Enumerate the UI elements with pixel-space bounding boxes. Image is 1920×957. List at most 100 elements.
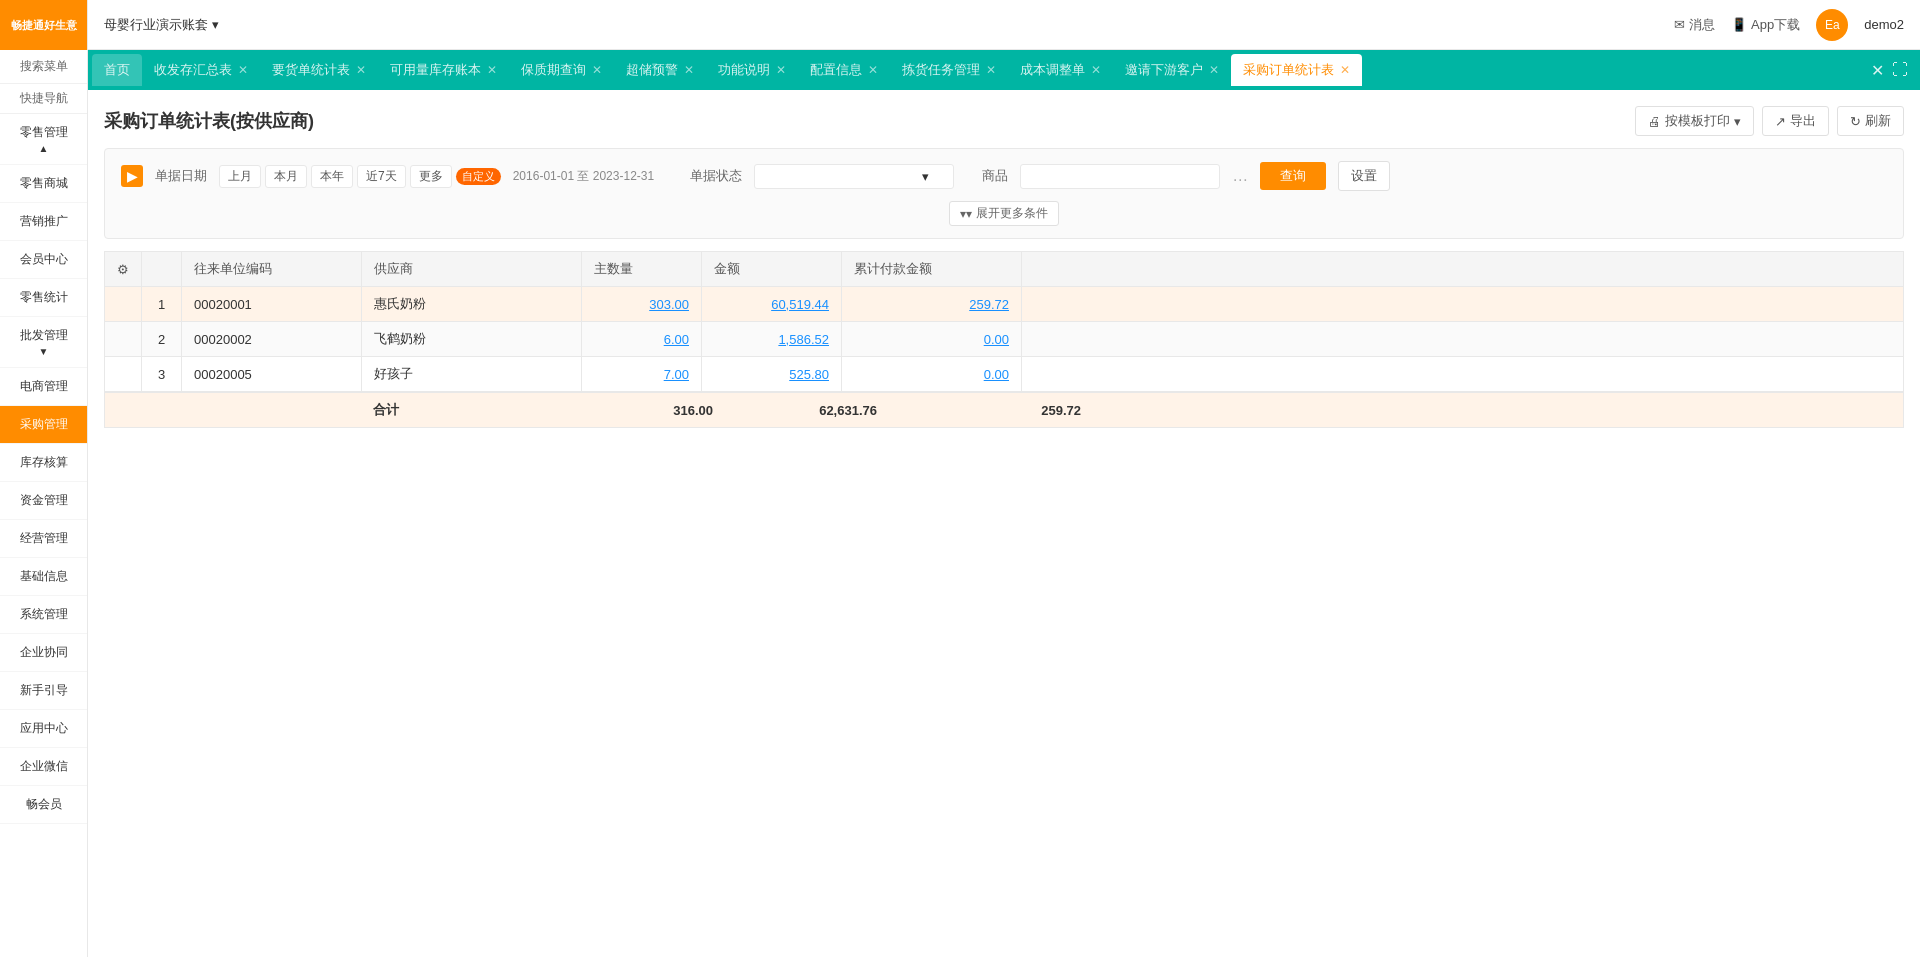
sidebar-item-members[interactable]: 会员中心 [0, 241, 87, 279]
sidebar-item-finance[interactable]: 资金管理 [0, 482, 87, 520]
sidebar-item-marketing[interactable]: 营销推广 [0, 203, 87, 241]
expand-more-row: ▾▾ 展开更多条件 [121, 201, 1887, 226]
download-icon: 📱 [1731, 17, 1747, 32]
table-footer: 合计 316.00 62,631.76 259.72 [104, 392, 1904, 428]
tab-overstock[interactable]: 超储预警 ✕ [614, 54, 706, 86]
sidebar-quicknav[interactable]: 快捷导航 [0, 84, 87, 114]
row-3-amount[interactable]: 525.80 [702, 357, 842, 392]
ecommerce-label: 电商管理 [20, 378, 68, 395]
message-label: 消息 [1689, 16, 1715, 34]
goods-more-icon[interactable]: … [1232, 167, 1248, 185]
tab-cost-adjust[interactable]: 成本调整单 ✕ [1008, 54, 1113, 86]
sidebar-item-system[interactable]: 系统管理 [0, 596, 87, 634]
tab-purchase-stats-close[interactable]: ✕ [1340, 63, 1350, 77]
expand-label: 展开更多条件 [976, 205, 1048, 222]
status-label: 单据状态 [690, 167, 742, 185]
sidebar: 畅捷通好生意 搜索菜单 快捷导航 零售管理 ▲ 零售商城 营销推广 会员中心 零… [0, 0, 88, 957]
sidebar-item-operations[interactable]: 经营管理 [0, 520, 87, 558]
wholesale-mgmt-label: 批发管理 [20, 327, 68, 344]
filter-expand-arrow[interactable]: ▶ [121, 165, 143, 187]
table-row: 2 00020002 飞鹤奶粉 6.00 1,586.52 0.00 [105, 322, 1904, 357]
sidebar-item-collab[interactable]: 企业协同 [0, 634, 87, 672]
date-btn-this-year[interactable]: 本年 [311, 165, 353, 188]
tab-expiry-label: 保质期查询 [521, 61, 586, 79]
tab-purchase-stats[interactable]: 采购订单统计表 ✕ [1231, 54, 1362, 86]
sidebar-item-newbie[interactable]: 新手引导 [0, 672, 87, 710]
tab-expiry[interactable]: 保质期查询 ✕ [509, 54, 614, 86]
sidebar-item-wholesale-mgmt[interactable]: 批发管理 ▼ [0, 317, 87, 368]
sidebar-item-retail-stats[interactable]: 零售统计 [0, 279, 87, 317]
row-2-code: 00020002 [182, 322, 362, 357]
tab-close-all-btn[interactable]: ✕ [1871, 61, 1884, 80]
row-1-amount[interactable]: 60,519.44 [702, 287, 842, 322]
tab-invite-downstream-close[interactable]: ✕ [1209, 63, 1219, 77]
sidebar-item-inventory[interactable]: 库存核算 [0, 444, 87, 482]
row-2-amount[interactable]: 1,586.52 [702, 322, 842, 357]
print-button[interactable]: 🖨 按模板打印 ▾ [1635, 106, 1754, 136]
sidebar-item-retail-shop[interactable]: 零售商城 [0, 165, 87, 203]
query-button[interactable]: 查询 [1260, 162, 1326, 190]
page-header: 采购订单统计表(按供应商) 🖨 按模板打印 ▾ ↗ 导出 ↻ 刷新 [104, 106, 1904, 136]
basic-info-label: 基础信息 [20, 568, 68, 585]
inventory-label: 库存核算 [20, 454, 68, 471]
sidebar-item-wechat[interactable]: 企业微信 [0, 748, 87, 786]
sidebar-item-app-center[interactable]: 应用中心 [0, 710, 87, 748]
tab-invite-downstream[interactable]: 邀请下游客户 ✕ [1113, 54, 1231, 86]
row-3-qty[interactable]: 7.00 [582, 357, 702, 392]
sidebar-search[interactable]: 搜索菜单 [0, 50, 87, 84]
date-to: 2023-12-31 [593, 169, 654, 183]
print-icon: 🖨 [1648, 114, 1661, 129]
export-button[interactable]: ↗ 导出 [1762, 106, 1829, 136]
tab-pick-task-close[interactable]: ✕ [986, 63, 996, 77]
col-settings-header[interactable]: ⚙ [105, 252, 142, 287]
row-1-paid[interactable]: 259.72 [842, 287, 1022, 322]
workspace-selector[interactable]: 母婴行业演示账套 ▾ [104, 16, 1674, 34]
app-download-btn[interactable]: 📱 App下载 [1731, 16, 1800, 34]
tab-home[interactable]: 首页 [92, 54, 142, 86]
tab-cost-adjust-close[interactable]: ✕ [1091, 63, 1101, 77]
avatar[interactable]: Ea [1816, 9, 1848, 41]
tab-expiry-close[interactable]: ✕ [592, 63, 602, 77]
tab-config-info[interactable]: 配置信息 ✕ [798, 54, 890, 86]
sidebar-item-retail-mgmt[interactable]: 零售管理 ▲ [0, 114, 87, 165]
tab-order-stats-close[interactable]: ✕ [356, 63, 366, 77]
goods-input[interactable] [1020, 164, 1220, 189]
status-select[interactable]: ▾ [754, 164, 954, 189]
workspace-name: 母婴行业演示账套 [104, 16, 208, 34]
tab-func-desc-close[interactable]: ✕ [776, 63, 786, 77]
tab-maximize-btn[interactable]: ⛶ [1892, 61, 1908, 79]
refresh-button[interactable]: ↻ 刷新 [1837, 106, 1904, 136]
row-1-qty[interactable]: 303.00 [582, 287, 702, 322]
tab-config-info-close[interactable]: ✕ [868, 63, 878, 77]
custom-badge[interactable]: 自定义 [456, 168, 501, 185]
tab-receive-pay-close[interactable]: ✕ [238, 63, 248, 77]
message-btn[interactable]: ✉ 消息 [1674, 16, 1715, 34]
tab-order-stats[interactable]: 要货单统计表 ✕ [260, 54, 378, 86]
tab-pick-task[interactable]: 拣货任务管理 ✕ [890, 54, 1008, 86]
tab-available-stock-close[interactable]: ✕ [487, 63, 497, 77]
row-2-qty[interactable]: 6.00 [582, 322, 702, 357]
tab-overstock-close[interactable]: ✕ [684, 63, 694, 77]
sidebar-item-basic-info[interactable]: 基础信息 [0, 558, 87, 596]
settings-button[interactable]: 设置 [1338, 161, 1390, 191]
date-btn-7days[interactable]: 近7天 [357, 165, 406, 188]
sidebar-item-purchase-mgmt[interactable]: 采购管理 [0, 406, 87, 444]
sidebar-item-vip[interactable]: 畅会员 [0, 786, 87, 824]
print-label: 按模板打印 [1665, 112, 1730, 130]
expand-more-btn[interactable]: ▾▾ 展开更多条件 [949, 201, 1059, 226]
tab-func-desc[interactable]: 功能说明 ✕ [706, 54, 798, 86]
sidebar-item-ecommerce[interactable]: 电商管理 [0, 368, 87, 406]
date-label: 单据日期 [155, 167, 207, 185]
row-1-extra [1022, 287, 1904, 322]
tab-cost-adjust-label: 成本调整单 [1020, 61, 1085, 79]
tab-receive-pay[interactable]: 收发存汇总表 ✕ [142, 54, 260, 86]
table-container: ⚙ 往来单位编码 供应商 主数量 金额 累计付款金额 1 00020001 [104, 251, 1904, 941]
tab-available-stock[interactable]: 可用量库存账本 ✕ [378, 54, 509, 86]
tab-func-desc-label: 功能说明 [718, 61, 770, 79]
row-1-no: 1 [142, 287, 182, 322]
row-3-paid[interactable]: 0.00 [842, 357, 1022, 392]
date-btn-this-month[interactable]: 本月 [265, 165, 307, 188]
date-btn-last-month[interactable]: 上月 [219, 165, 261, 188]
date-btn-more[interactable]: 更多 [410, 165, 452, 188]
row-2-paid[interactable]: 0.00 [842, 322, 1022, 357]
